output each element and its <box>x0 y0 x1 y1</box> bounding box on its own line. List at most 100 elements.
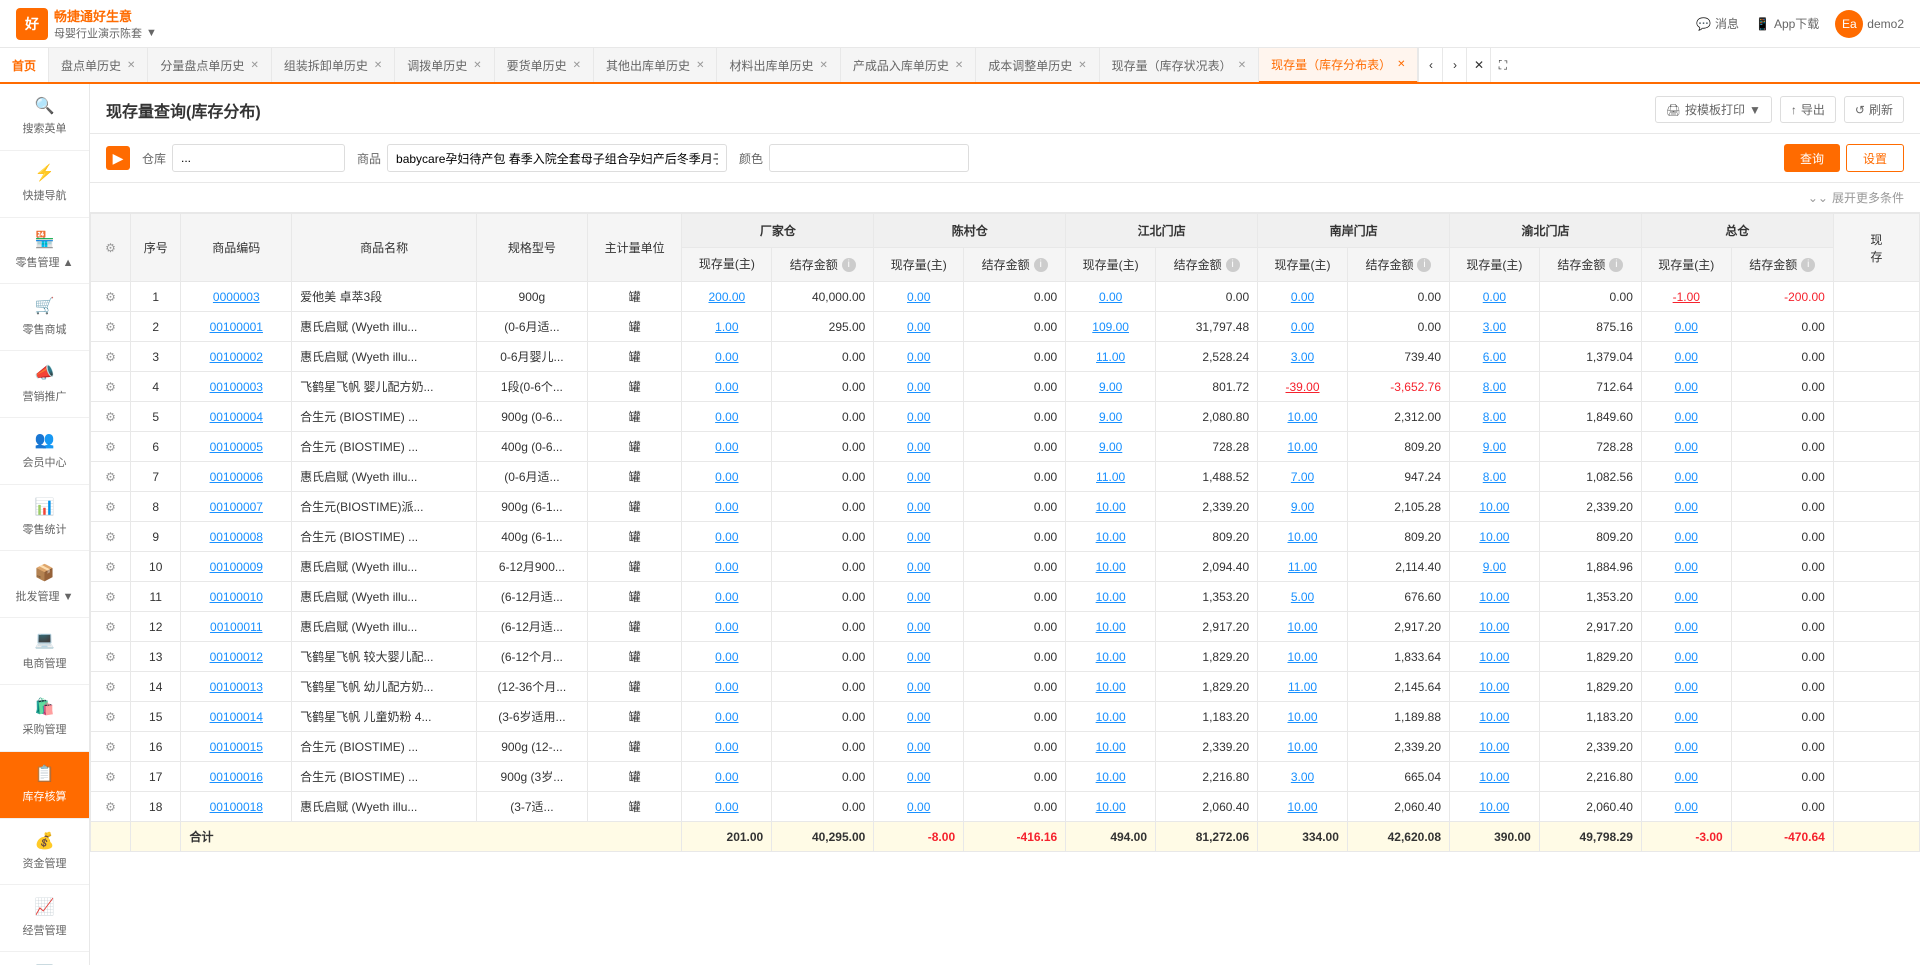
tab-close-other[interactable]: ✕ <box>696 60 704 71</box>
row-chenjiang-stock[interactable]: 0.00 <box>874 372 964 402</box>
row-factory-stock[interactable]: 0.00 <box>682 372 772 402</box>
row-gear[interactable]: ⚙ <box>91 792 131 822</box>
row-total-stock[interactable]: -1.00 <box>1641 282 1731 312</box>
total-amt-info-icon[interactable]: i <box>1801 258 1815 272</box>
row-gear[interactable]: ⚙ <box>91 672 131 702</box>
row-yubei-stock[interactable]: 10.00 <box>1450 732 1540 762</box>
row-total-stock[interactable]: 0.00 <box>1641 372 1731 402</box>
row-code[interactable]: 00100010 <box>181 582 292 612</box>
row-yubei-stock[interactable]: 10.00 <box>1450 672 1540 702</box>
row-yubei-stock[interactable]: 10.00 <box>1450 582 1540 612</box>
sidebar-item-search[interactable]: 🔍 搜索英单 <box>0 84 89 151</box>
row-jiangbei-stock[interactable]: 10.00 <box>1066 762 1156 792</box>
logo-area[interactable]: 好 畅捷通好生意 母婴行业演示陈套 ▼ <box>16 6 157 41</box>
row-chenjiang-stock[interactable]: 0.00 <box>874 762 964 792</box>
row-total-stock[interactable]: 0.00 <box>1641 762 1731 792</box>
sidebar-item-purchase[interactable]: 🛍️ 采购管理 <box>0 685 89 752</box>
row-total-stock[interactable]: 0.00 <box>1641 642 1731 672</box>
row-total-stock[interactable]: 0.00 <box>1641 702 1731 732</box>
tab-close-cost[interactable]: ✕ <box>1078 60 1086 71</box>
tab-branch-inventory[interactable]: 分量盘点单历史 ✕ <box>148 48 271 83</box>
row-jiangbei-stock[interactable]: 9.00 <box>1066 432 1156 462</box>
sidebar-item-member[interactable]: 👥 会员中心 <box>0 418 89 485</box>
row-jiangbei-stock[interactable]: 10.00 <box>1066 492 1156 522</box>
row-factory-stock[interactable]: 0.00 <box>682 432 772 462</box>
row-yubei-stock[interactable]: 10.00 <box>1450 642 1540 672</box>
row-total-stock[interactable]: 0.00 <box>1641 462 1731 492</box>
jiangbei-amt-info-icon[interactable]: i <box>1226 258 1240 272</box>
row-code[interactable]: 00100003 <box>181 372 292 402</box>
row-code[interactable]: 00100002 <box>181 342 292 372</box>
row-total-stock[interactable]: 0.00 <box>1641 312 1731 342</box>
row-code[interactable]: 00100012 <box>181 642 292 672</box>
tab-assembly[interactable]: 组装拆卸单历史 ✕ <box>272 48 395 83</box>
row-gear[interactable]: ⚙ <box>91 462 131 492</box>
row-nanan-stock[interactable]: 11.00 <box>1258 552 1348 582</box>
row-total-stock[interactable]: 0.00 <box>1641 432 1731 462</box>
row-yubei-stock[interactable]: 8.00 <box>1450 402 1540 432</box>
row-jiangbei-stock[interactable]: 11.00 <box>1066 462 1156 492</box>
row-chenjiang-stock[interactable]: 0.00 <box>874 492 964 522</box>
row-total-stock[interactable]: 0.00 <box>1641 342 1731 372</box>
row-nanan-stock[interactable]: 10.00 <box>1258 522 1348 552</box>
tab-expand-btn[interactable]: ⛶ <box>1490 48 1514 83</box>
color-input[interactable] <box>769 144 969 172</box>
filter-expand-btn[interactable]: ▶ <box>106 146 130 170</box>
sidebar-item-retail-shop[interactable]: 🛒 零售商城 <box>0 284 89 351</box>
export-btn[interactable]: ↑ 导出 <box>1780 96 1836 123</box>
row-chenjiang-stock[interactable]: 0.00 <box>874 462 964 492</box>
row-jiangbei-stock[interactable]: 10.00 <box>1066 732 1156 762</box>
tab-close-req[interactable]: ✕ <box>573 60 581 71</box>
row-yubei-stock[interactable]: 10.00 <box>1450 612 1540 642</box>
row-chenjiang-stock[interactable]: 0.00 <box>874 312 964 342</box>
sidebar-item-quicknav[interactable]: ⚡ 快捷导航 <box>0 151 89 218</box>
tab-close-dist[interactable]: ✕ <box>1397 59 1405 70</box>
row-jiangbei-stock[interactable]: 0.00 <box>1066 282 1156 312</box>
row-code[interactable]: 00100008 <box>181 522 292 552</box>
expand-more-btn[interactable]: ⌄⌄ 展开更多条件 <box>1808 189 1904 206</box>
row-yubei-stock[interactable]: 8.00 <box>1450 462 1540 492</box>
row-factory-stock[interactable]: 0.00 <box>682 462 772 492</box>
row-jiangbei-stock[interactable]: 10.00 <box>1066 702 1156 732</box>
row-jiangbei-stock[interactable]: 10.00 <box>1066 552 1156 582</box>
row-yubei-stock[interactable]: 10.00 <box>1450 522 1540 552</box>
row-gear[interactable]: ⚙ <box>91 282 131 312</box>
row-nanan-stock[interactable]: 11.00 <box>1258 672 1348 702</box>
row-code[interactable]: 00100004 <box>181 402 292 432</box>
row-yubei-stock[interactable]: 8.00 <box>1450 372 1540 402</box>
row-yubei-stock[interactable]: 0.00 <box>1450 282 1540 312</box>
row-factory-stock[interactable]: 200.00 <box>682 282 772 312</box>
row-nanan-stock[interactable]: 10.00 <box>1258 792 1348 822</box>
row-gear[interactable]: ⚙ <box>91 762 131 792</box>
row-gear[interactable]: ⚙ <box>91 342 131 372</box>
row-gear[interactable]: ⚙ <box>91 582 131 612</box>
row-nanan-stock[interactable]: 0.00 <box>1258 312 1348 342</box>
row-nanan-stock[interactable]: 7.00 <box>1258 462 1348 492</box>
row-code[interactable]: 00100016 <box>181 762 292 792</box>
table-container[interactable]: ⚙ 序号 商品编码 商品名称 规格型号 主计量单位 厂家仓 陈村仓 江北门店 南… <box>90 213 1920 965</box>
row-chenjiang-stock[interactable]: 0.00 <box>874 672 964 702</box>
row-yubei-stock[interactable]: 3.00 <box>1450 312 1540 342</box>
row-chenjiang-stock[interactable]: 0.00 <box>874 792 964 822</box>
sidebar-item-operation[interactable]: 📈 经营管理 <box>0 885 89 952</box>
row-code[interactable]: 00100006 <box>181 462 292 492</box>
row-factory-stock[interactable]: 0.00 <box>682 762 772 792</box>
row-nanan-stock[interactable]: 10.00 <box>1258 732 1348 762</box>
row-yubei-stock[interactable]: 6.00 <box>1450 342 1540 372</box>
row-total-stock[interactable]: 0.00 <box>1641 492 1731 522</box>
row-nanan-stock[interactable]: 3.00 <box>1258 762 1348 792</box>
row-yubei-stock[interactable]: 10.00 <box>1450 702 1540 732</box>
th-gear[interactable]: ⚙ <box>91 214 131 282</box>
sidebar-item-retail-stats[interactable]: 📊 零售统计 <box>0 485 89 552</box>
nanan-amt-info-icon[interactable]: i <box>1417 258 1431 272</box>
row-factory-stock[interactable]: 0.00 <box>682 642 772 672</box>
row-jiangbei-stock[interactable]: 9.00 <box>1066 372 1156 402</box>
row-jiangbei-stock[interactable]: 10.00 <box>1066 612 1156 642</box>
row-gear[interactable]: ⚙ <box>91 312 131 342</box>
row-jiangbei-stock[interactable]: 9.00 <box>1066 402 1156 432</box>
row-chenjiang-stock[interactable]: 0.00 <box>874 702 964 732</box>
row-jiangbei-stock[interactable]: 11.00 <box>1066 342 1156 372</box>
row-factory-stock[interactable]: 0.00 <box>682 702 772 732</box>
sidebar-item-retail-mgmt[interactable]: 🏪 零售管理 ▲ <box>0 218 89 285</box>
row-factory-stock[interactable]: 0.00 <box>682 582 772 612</box>
